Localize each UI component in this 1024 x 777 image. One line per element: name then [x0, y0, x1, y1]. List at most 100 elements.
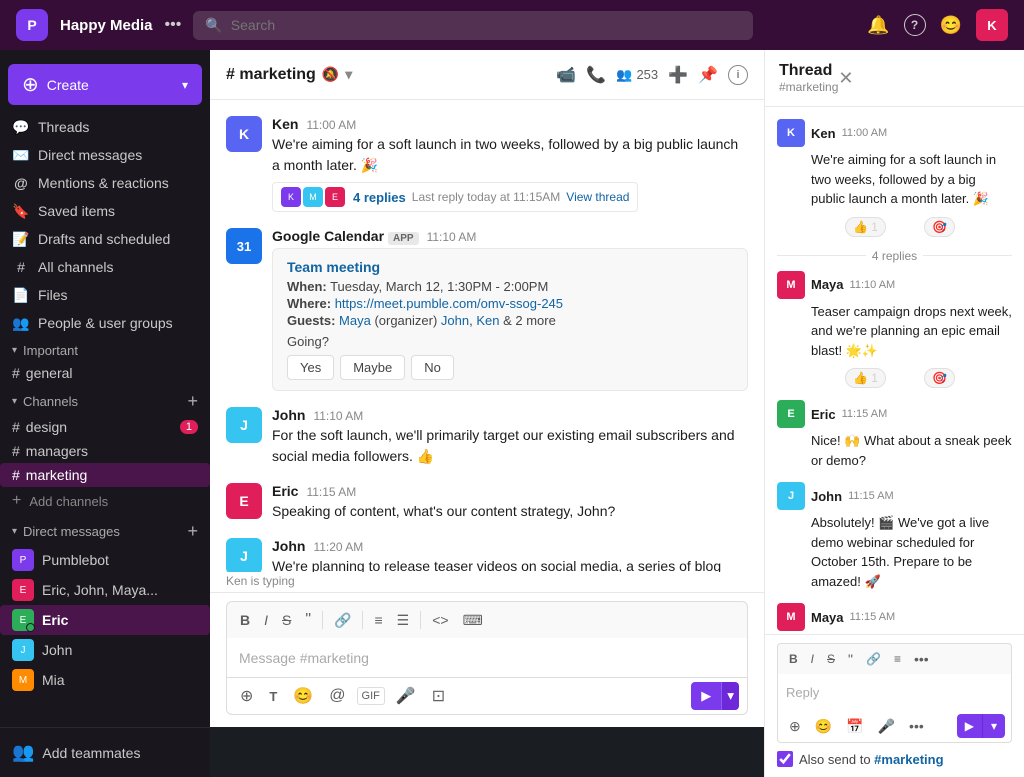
channel-general[interactable]: # general: [0, 361, 210, 385]
add-teammates-button[interactable]: 👥 Add teammates: [12, 736, 198, 769]
thread-add-button[interactable]: ⊕: [784, 715, 806, 738]
search-bar[interactable]: 🔍: [193, 11, 753, 40]
unordered-list-button[interactable]: ☰: [392, 609, 415, 632]
send-options-button[interactable]: ▾: [721, 682, 739, 710]
reaction-target-ken[interactable]: 🎯: [924, 217, 955, 237]
notification-icon[interactable]: 🔕: [322, 66, 339, 83]
sidebar-item-direct-messages[interactable]: ✉️ Direct messages: [0, 141, 210, 169]
add-channel-icon[interactable]: +: [187, 391, 198, 412]
typing-indicator: Ken is typing: [210, 572, 764, 592]
create-button[interactable]: ⊕ Important Create ▾: [8, 64, 202, 105]
member-count[interactable]: 👥 253: [616, 67, 658, 83]
reaction-thumbsup-maya[interactable]: 👍 1: [845, 368, 886, 388]
ordered-list-button[interactable]: ≡: [369, 609, 387, 631]
user-avatar[interactable]: K: [976, 9, 1008, 41]
thread-list-button[interactable]: ≡: [889, 649, 906, 669]
chevron-channel-icon[interactable]: ▾: [345, 66, 352, 83]
sidebar-item-files[interactable]: 📄 Files: [0, 281, 210, 309]
code-block-button[interactable]: ⌨: [458, 609, 488, 632]
add-dm-icon[interactable]: +: [187, 521, 198, 542]
chevron-channels-icon: ▾: [12, 396, 17, 407]
thread-link-button[interactable]: 🔗: [861, 649, 886, 669]
add-member-icon[interactable]: ➕: [668, 65, 688, 85]
thread-more-button[interactable]: •••: [909, 648, 934, 670]
gcal-yes-button[interactable]: Yes: [287, 355, 334, 380]
thread-options-button[interactable]: •••: [904, 715, 929, 737]
view-thread-link[interactable]: View thread: [566, 190, 629, 204]
quote-button[interactable]: ": [300, 608, 316, 632]
bold-button[interactable]: B: [235, 609, 255, 631]
sidebar-item-mentions[interactable]: @ Mentions & reactions: [0, 169, 210, 197]
thread-bold-button[interactable]: B: [784, 649, 803, 669]
add-channels-item[interactable]: + Add channels: [0, 487, 210, 515]
more-button[interactable]: ⊡: [427, 683, 450, 709]
pin-icon[interactable]: 📌: [698, 65, 718, 85]
dm-pumblebot[interactable]: P Pumblebot: [0, 545, 210, 575]
workspace-dots-icon[interactable]: •••: [165, 16, 182, 34]
thread-also-send-area: Also send to #marketing: [777, 751, 1012, 767]
thread-audio-button[interactable]: 🎤: [873, 715, 900, 738]
dm-group[interactable]: E Eric, John, Maya...: [0, 575, 210, 605]
sidebar-item-saved[interactable]: 🔖 Saved items: [0, 197, 210, 225]
msg-text-john-1: For the soft launch, we'll primarily tar…: [272, 425, 748, 467]
thread-send-options-button[interactable]: ▾: [982, 714, 1005, 738]
italic-button[interactable]: I: [259, 609, 273, 631]
reaction-target-maya[interactable]: 🎯: [924, 368, 955, 388]
sidebar-item-all-channels[interactable]: # All channels: [0, 253, 210, 281]
files-icon: 📄: [12, 286, 30, 304]
thread-original-msg: K Ken 11:00 AM We're aiming for a soft l…: [777, 119, 1012, 237]
thread-quote-button[interactable]: ": [843, 648, 858, 670]
dm-section[interactable]: ▾ Direct messages +: [0, 515, 210, 545]
message-eric: E Eric 11:15 AM Speaking of content, wha…: [226, 483, 748, 522]
dm-mia[interactable]: M Mia: [0, 665, 210, 695]
message-input[interactable]: [226, 638, 748, 678]
info-icon[interactable]: i: [728, 65, 748, 85]
thread-strike-button[interactable]: S: [822, 649, 840, 669]
channel-managers[interactable]: # managers: [0, 439, 210, 463]
video-icon[interactable]: 📹: [556, 65, 576, 85]
thread-close-button[interactable]: ✕: [838, 68, 853, 89]
also-send-checkbox[interactable]: [777, 751, 793, 767]
thread-italic-button[interactable]: I: [806, 649, 819, 669]
send-button[interactable]: ▶: [691, 682, 721, 710]
thread-calendar-button[interactable]: 📅: [841, 715, 868, 738]
also-send-channel: #marketing: [874, 752, 943, 767]
audio-button[interactable]: 🎤: [391, 683, 421, 709]
sidebar-item-threads[interactable]: 💬 Threads: [0, 113, 210, 141]
gcal-no-button[interactable]: No: [411, 355, 454, 380]
thread-time-maya: 11:10 AM: [850, 279, 896, 291]
sidebar-item-drafts[interactable]: 📝 Drafts and scheduled: [0, 225, 210, 253]
gcal-maybe-button[interactable]: Maybe: [340, 355, 405, 380]
thread-author-eric: Eric: [811, 407, 836, 422]
mention-button[interactable]: @: [324, 684, 350, 708]
add-attachment-button[interactable]: ⊕: [235, 683, 258, 709]
dm-eric[interactable]: E Eric: [0, 605, 210, 635]
replies-bar-ken[interactable]: K M E 4 replies Last reply today at 11:1…: [272, 182, 638, 212]
channel-marketing[interactable]: # marketing: [0, 463, 210, 487]
link-button[interactable]: 🔗: [329, 609, 356, 632]
thread-send-button[interactable]: ▶: [957, 714, 982, 738]
channels-section[interactable]: ▾ Channels +: [0, 385, 210, 415]
sidebar-item-people[interactable]: 👥 People & user groups: [0, 309, 210, 337]
channel-actions: 📹 📞 👥 253 ➕ 📌 i: [556, 65, 748, 85]
gcal-link[interactable]: https://meet.pumble.com/omv-ssog-245: [335, 296, 563, 311]
gif-button[interactable]: GIF: [357, 687, 385, 705]
thread-reply-input[interactable]: [777, 674, 1012, 710]
reaction-thumbsup-ken[interactable]: 👍 1: [845, 217, 886, 237]
strike-button[interactable]: S: [277, 609, 296, 631]
dm-john[interactable]: J John: [0, 635, 210, 665]
search-input[interactable]: [231, 17, 742, 33]
help-icon[interactable]: ?: [904, 14, 926, 36]
channel-design[interactable]: # design ••• 1: [0, 415, 210, 439]
thread-emoji-button[interactable]: 😊: [810, 715, 837, 738]
bell-icon[interactable]: 🔔: [867, 15, 889, 36]
code-button[interactable]: <>: [427, 609, 453, 631]
emoji-button[interactable]: 😊: [288, 683, 318, 709]
message-john-2: J John 11:20 AM We're planning to releas…: [226, 538, 748, 572]
important-section[interactable]: ▾ Important: [0, 337, 210, 361]
emoji-icon[interactable]: 😊: [940, 15, 962, 36]
thread-send-group: ▶ ▾: [957, 714, 1005, 738]
phone-icon[interactable]: 📞: [586, 65, 606, 85]
text-button[interactable]: T: [264, 686, 282, 707]
search-icon: 🔍: [205, 17, 222, 34]
